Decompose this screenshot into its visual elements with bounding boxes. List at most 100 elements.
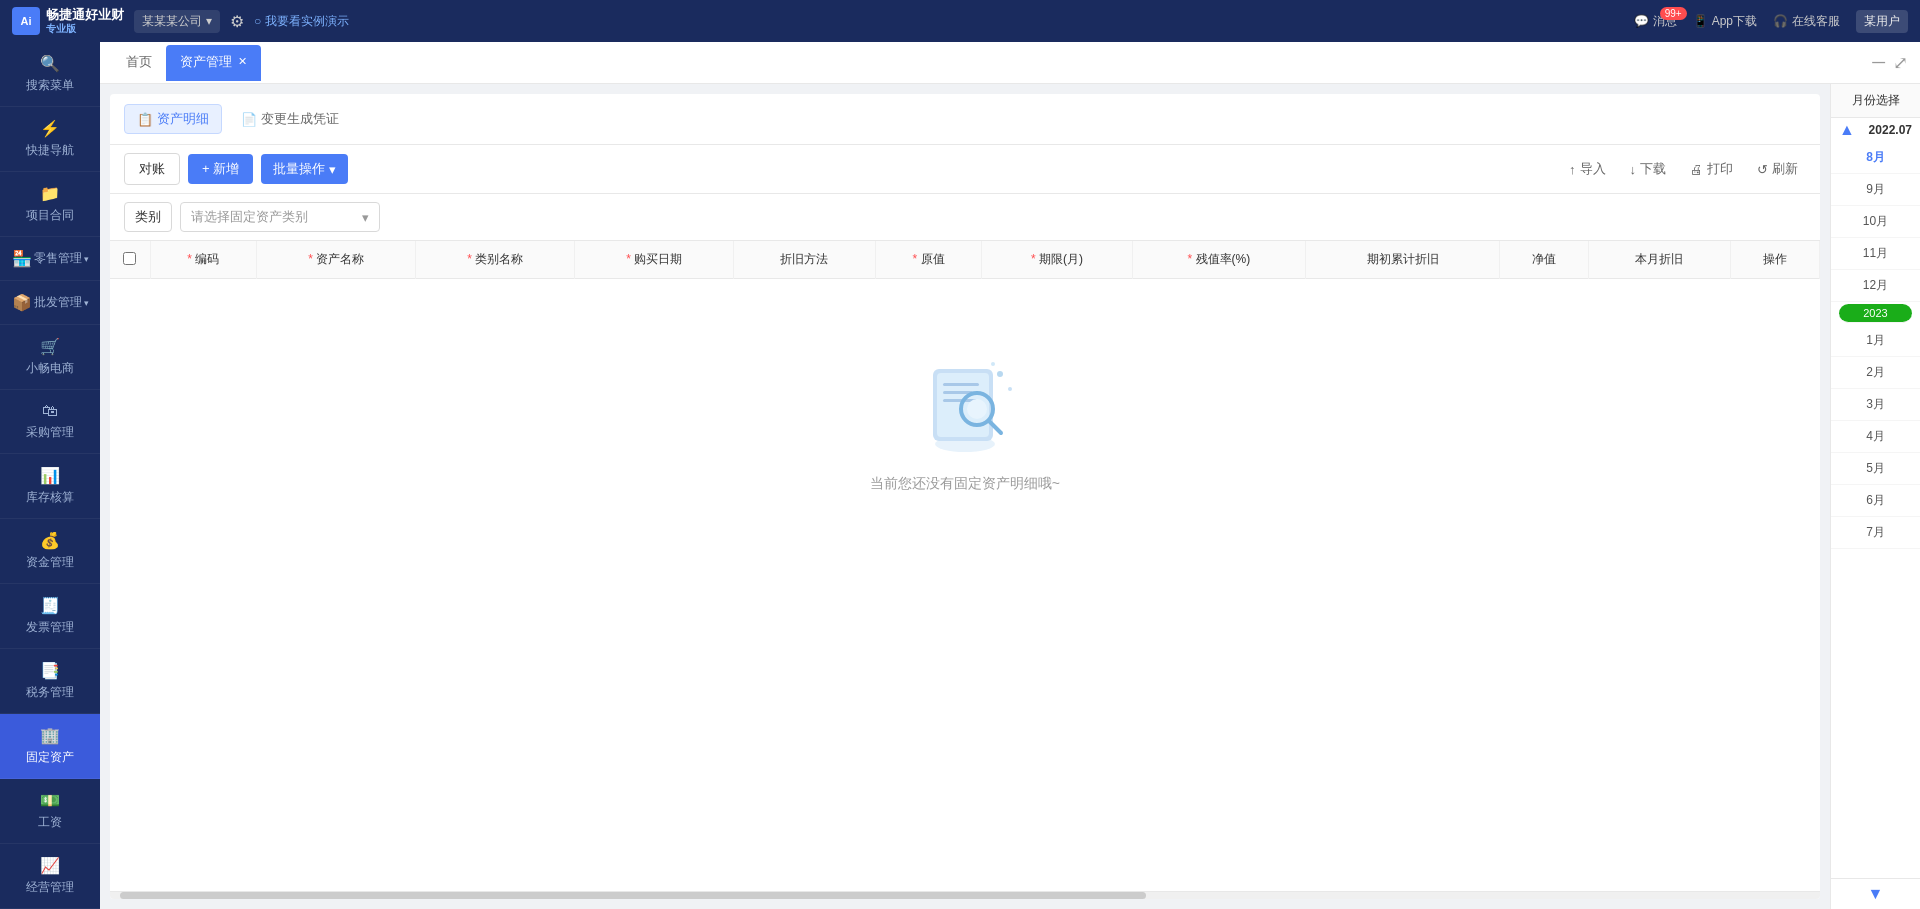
import-button[interactable]: ↑ 导入 (1561, 155, 1614, 183)
sidebar-item-quicknav[interactable]: ⚡ 快捷导航 (0, 107, 100, 172)
horizontal-scrollbar[interactable] (110, 891, 1820, 899)
user-menu[interactable]: 某用户 (1856, 10, 1908, 33)
page-content: 📋 资产明细 📄 变更生成凭证 对账 + 新增 (100, 84, 1920, 909)
sidebar-item-ecommerce[interactable]: 🛒 小畅电商 (0, 325, 100, 390)
sidebar-item-retail[interactable]: 🏪 零售管理 ▾ (0, 237, 100, 281)
content-area: 首页 资产管理 ✕ ─ ⤢ 📋 资产明细 (100, 42, 1920, 909)
company-selector[interactable]: 某某某公司 ▾ (134, 10, 220, 33)
empty-text: 当前您还没有固定资产明细哦~ (870, 475, 1060, 493)
salary-icon: 💵 (40, 791, 60, 810)
add-button[interactable]: + 新增 (188, 154, 253, 184)
sidebar-item-purchase[interactable]: 🛍 采购管理 (0, 390, 100, 454)
message-button[interactable]: 💬 消息 99+ (1634, 13, 1677, 30)
col-net-value: 净值 (1499, 241, 1588, 279)
sidebar: 🔍 搜索菜单 ⚡ 快捷导航 📁 项目合同 🏪 零售管理 ▾ 📦 批发管理 ▾ 🛒… (0, 42, 100, 909)
filter-bar: 类别 请选择固定资产类别 ▾ (110, 194, 1820, 241)
finance-icon: 💰 (40, 531, 60, 550)
month-item-4[interactable]: 4月 (1831, 421, 1920, 453)
sidebar-item-salary[interactable]: 💵 工资 (0, 779, 100, 844)
col-accumulated-dep: 期初累计折旧 (1306, 241, 1500, 279)
panel-maximize-button[interactable]: ⤢ (1893, 52, 1908, 74)
demo-icon: ○ (254, 14, 261, 28)
month-nav-down-button[interactable]: ▼ (1868, 885, 1884, 903)
month-item-3[interactable]: 3月 (1831, 389, 1920, 421)
sub-tab-asset-detail[interactable]: 📋 资产明细 (124, 104, 222, 134)
scrollbar-thumb[interactable] (120, 892, 1146, 899)
month-item-2[interactable]: 2月 (1831, 357, 1920, 389)
sidebar-item-project[interactable]: 📁 项目合同 (0, 172, 100, 237)
operations-icon: 📈 (40, 856, 60, 875)
month-item-8[interactable]: 8月 (1831, 142, 1920, 174)
tab-home[interactable]: 首页 (112, 45, 166, 81)
top-bar-right: 💬 消息 99+ 📱 App下载 🎧 在线客服 某用户 (1634, 10, 1908, 33)
sidebar-item-tax[interactable]: 📑 税务管理 (0, 649, 100, 714)
month-year-label: 2022.07 (1869, 123, 1912, 137)
app-brand: Ai 畅捷通好业财 专业版 (12, 7, 124, 35)
tax-icon: 📑 (40, 661, 60, 680)
month-item-10[interactable]: 10月 (1831, 206, 1920, 238)
change-voucher-icon: 📄 (241, 112, 257, 127)
message-badge: 99+ (1660, 7, 1687, 20)
arrow-icon: ▾ (84, 298, 89, 308)
month-list: 8月 9月 10月 11月 12月 2023 (1831, 142, 1920, 878)
print-button[interactable]: 🖨 打印 (1682, 155, 1741, 183)
svg-point-11 (991, 362, 995, 366)
month-picker-panel: 月份选择 ▲ 2022.07 8月 9月 10月 (1830, 84, 1920, 909)
top-bar: Ai 畅捷通好业财 专业版 某某某公司 ▾ ⚙ ○ 我要看实例演示 💬 消息 9… (0, 0, 1920, 42)
category-input[interactable]: 请选择固定资产类别 ▾ (180, 202, 380, 232)
month-item-1[interactable]: 1月 (1831, 325, 1920, 357)
message-icon: 💬 (1634, 14, 1649, 28)
app-name: 畅捷通好业财 (46, 7, 124, 23)
headset-icon: 🎧 (1773, 14, 1788, 28)
panel-minimize-button[interactable]: ─ (1872, 52, 1885, 73)
sidebar-item-search[interactable]: 🔍 搜索菜单 (0, 42, 100, 107)
col-category: * 类别名称 (416, 241, 575, 279)
download-icon: 📱 (1693, 14, 1708, 28)
month-item-11[interactable]: 11月 (1831, 238, 1920, 270)
dropdown-arrow-icon: ▾ (362, 210, 369, 225)
col-monthly-dep: 本月折旧 (1589, 241, 1731, 279)
online-support-button[interactable]: 🎧 在线客服 (1773, 13, 1840, 30)
month-picker-header: 月份选择 (1831, 84, 1920, 118)
svg-point-10 (1008, 387, 1012, 391)
dropdown-icon: ▾ (206, 14, 212, 28)
demo-link[interactable]: ○ 我要看实例演示 (254, 13, 349, 30)
print-icon: 🖨 (1690, 162, 1703, 177)
category-select[interactable]: 类别 (124, 202, 172, 232)
month-nav-up-button[interactable]: ▲ (1839, 122, 1855, 138)
month-item-9[interactable]: 9月 (1831, 174, 1920, 206)
month-item-7[interactable]: 7月 (1831, 517, 1920, 549)
sub-tab-change-voucher[interactable]: 📄 变更生成凭证 (228, 104, 352, 134)
reconcile-button[interactable]: 对账 (124, 153, 180, 185)
select-all-checkbox[interactable] (123, 252, 136, 265)
tab-asset-management[interactable]: 资产管理 ✕ (166, 45, 261, 81)
download-button[interactable]: ↓ 下载 (1622, 155, 1675, 183)
main-panel: 📋 资产明细 📄 变更生成凭证 对账 + 新增 (110, 94, 1820, 899)
svg-rect-3 (943, 383, 979, 386)
month-item-12[interactable]: 12月 (1831, 270, 1920, 302)
sidebar-item-invoice[interactable]: 🧾 发票管理 (0, 584, 100, 649)
company-name: 某某某公司 (142, 13, 202, 30)
settings-button[interactable]: ⚙ (230, 12, 244, 31)
batch-button[interactable]: 批量操作 ▾ (261, 154, 348, 184)
col-period-months: * 期限(月) (982, 241, 1132, 279)
sidebar-item-inventory[interactable]: 📊 库存核算 (0, 454, 100, 519)
month-item-5[interactable]: 5月 (1831, 453, 1920, 485)
project-icon: 📁 (40, 184, 60, 203)
tab-close-icon[interactable]: ✕ (238, 55, 247, 68)
sidebar-item-operations[interactable]: 📈 经营管理 (0, 844, 100, 909)
retail-icon: 🏪 (12, 249, 32, 268)
year-2023-badge[interactable]: 2023 (1839, 304, 1912, 323)
asset-table: * 编码 * 资产名称 * 类别名称 (110, 241, 1820, 553)
refresh-button[interactable]: ↺ 刷新 (1749, 155, 1806, 183)
col-residual-rate: * 残值率(%) (1132, 241, 1306, 279)
inventory-icon: 📊 (40, 466, 60, 485)
sidebar-item-finance[interactable]: 💰 资金管理 (0, 519, 100, 584)
app-download-button[interactable]: 📱 App下载 (1693, 13, 1757, 30)
col-original-value: * 原值 (875, 241, 982, 279)
month-item-6[interactable]: 6月 (1831, 485, 1920, 517)
sidebar-item-fixedasset[interactable]: 🏢 固定资产 (0, 714, 100, 779)
col-depreciation-method: 折旧方法 (734, 241, 876, 279)
col-purchase-date: * 购买日期 (575, 241, 734, 279)
sidebar-item-wholesale[interactable]: 📦 批发管理 ▾ (0, 281, 100, 325)
